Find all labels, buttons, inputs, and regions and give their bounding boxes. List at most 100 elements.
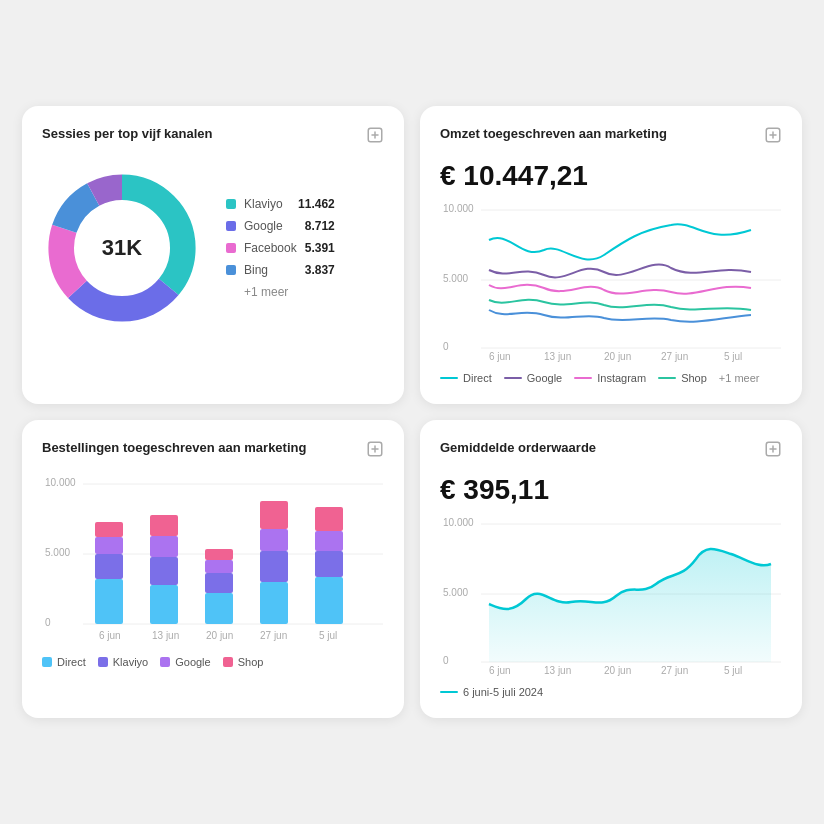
aov-y-10000: 10.000 (443, 517, 474, 528)
aov-svg: 10.000 5.000 0 6 jun 13 jun 20 jun 27 ju… (440, 514, 782, 674)
legend-dot-klaviyo (226, 199, 236, 209)
bar-6jun-google (95, 537, 123, 554)
legend-item-klaviyo: Klaviyo 11.462 (226, 197, 335, 211)
legend-value-google: 8.712 (305, 219, 335, 233)
aov-card: Gemiddelde orderwaarde € 395,11 10.000 5… (420, 420, 802, 718)
donut-chart: 31K (42, 168, 202, 328)
bar-27jun-direct (260, 582, 288, 624)
aov-legend: 6 juni-5 juli 2024 (440, 686, 782, 698)
bar-27jun-klaviyo (260, 551, 288, 582)
bar-x-5jul: 5 jul (319, 630, 337, 641)
donut-card: Sessies per top vijf kanalen (22, 106, 404, 404)
omzet-x-13jun: 13 jun (544, 351, 571, 362)
omzet-legend-label-direct: Direct (463, 372, 492, 384)
legend-label-klaviyo: Klaviyo (244, 197, 290, 211)
bestellingen-legend-label-klaviyo: Klaviyo (113, 656, 148, 668)
bar-y-5000: 5.000 (45, 547, 70, 558)
omzet-line-instagram (489, 285, 751, 294)
bestellingen-title: Bestellingen toegeschreven aan marketing (42, 440, 306, 455)
aov-legend-item: 6 juni-5 juli 2024 (440, 686, 543, 698)
bar-20jun-shop (205, 549, 233, 560)
aov-amount: € 395,11 (440, 474, 782, 506)
legend-label-bing: Bing (244, 263, 297, 277)
legend-value-facebook: 5.391 (305, 241, 335, 255)
bar-13jun-klaviyo (150, 557, 178, 585)
aov-x-20jun: 20 jun (604, 665, 631, 676)
bestellingen-svg: 10.000 5.000 0 (42, 474, 384, 644)
bestellingen-export-icon[interactable] (366, 440, 384, 462)
omzet-y-5000: 5.000 (443, 273, 468, 284)
legend-value-bing: 3.837 (305, 263, 335, 277)
omzet-legend-label-instagram: Instagram (597, 372, 646, 384)
omzet-line-direct2 (489, 310, 751, 322)
bestellingen-legend-shop: Shop (223, 656, 264, 668)
aov-legend-line (440, 691, 458, 693)
bar-5jul-klaviyo (315, 551, 343, 577)
donut-center-value: 31K (102, 235, 142, 261)
bestellingen-legend-label-direct: Direct (57, 656, 86, 668)
bestellingen-legend-google: Google (160, 656, 210, 668)
omzet-legend-line-google (504, 377, 522, 379)
omzet-x-5jul: 5 jul (724, 351, 742, 362)
omzet-card: Omzet toegeschreven aan marketing € 10.4… (420, 106, 802, 404)
omzet-x-6jun: 6 jun (489, 351, 511, 362)
aov-y-0: 0 (443, 655, 449, 666)
omzet-legend-google: Google (504, 372, 562, 384)
bestellingen-legend-direct: Direct (42, 656, 86, 668)
legend-dot-bing (226, 265, 236, 275)
omzet-line-shop (489, 300, 751, 310)
bestellingen-legend: Direct Klaviyo Google Shop (42, 656, 384, 668)
omzet-x-20jun: 20 jun (604, 351, 631, 362)
bestellingen-legend-klaviyo: Klaviyo (98, 656, 148, 668)
omzet-line-direct (489, 224, 751, 259)
aov-export-icon[interactable] (764, 440, 782, 462)
omzet-x-27jun: 27 jun (661, 351, 688, 362)
bar-x-6jun: 6 jun (99, 630, 121, 641)
aov-x-27jun: 27 jun (661, 665, 688, 676)
omzet-legend-line-shop (658, 377, 676, 379)
aov-area-fill (489, 549, 771, 662)
aov-legend-label: 6 juni-5 juli 2024 (463, 686, 543, 698)
bar-y-10000: 10.000 (45, 477, 76, 488)
donut-content: 31K Klaviyo 11.462 Google 8.712 Facebook… (42, 160, 384, 336)
legend-dot-facebook (226, 243, 236, 253)
bestellingen-chart-area: 10.000 5.000 0 (42, 474, 384, 648)
legend-item-google: Google 8.712 (226, 219, 335, 233)
bar-13jun-direct (150, 585, 178, 624)
bestellingen-legend-dot-direct (42, 657, 52, 667)
omzet-legend-more: +1 meer (719, 372, 760, 384)
omzet-legend-line-direct (440, 377, 458, 379)
legend-label-facebook: Facebook (244, 241, 297, 255)
omzet-legend-label-google: Google (527, 372, 562, 384)
donut-title: Sessies per top vijf kanalen (42, 126, 213, 141)
bar-6jun-klaviyo (95, 554, 123, 579)
aov-x-5jul: 5 jul (724, 665, 742, 676)
aov-title: Gemiddelde orderwaarde (440, 440, 596, 455)
bar-13jun-google (150, 536, 178, 557)
bar-27jun-shop (260, 501, 288, 529)
bar-x-13jun: 13 jun (152, 630, 179, 641)
omzet-legend-label-shop: Shop (681, 372, 707, 384)
aov-card-header: Gemiddelde orderwaarde (440, 440, 782, 462)
bar-5jul-shop (315, 507, 343, 531)
aov-x-6jun: 6 jun (489, 665, 511, 676)
legend-dot-google (226, 221, 236, 231)
omzet-legend-line-instagram (574, 377, 592, 379)
donut-export-icon[interactable] (366, 126, 384, 148)
omzet-chart-area: 10.000 5.000 0 6 jun 13 jun 20 jun 27 ju… (440, 200, 782, 364)
bestellingen-legend-dot-shop (223, 657, 233, 667)
donut-legend: Klaviyo 11.462 Google 8.712 Facebook 5.3… (226, 197, 335, 299)
omzet-export-icon[interactable] (764, 126, 782, 148)
bar-6jun-shop (95, 522, 123, 537)
aov-y-5000: 5.000 (443, 587, 468, 598)
omzet-svg: 10.000 5.000 0 6 jun 13 jun 20 jun 27 ju… (440, 200, 782, 360)
legend-more: +1 meer (226, 285, 335, 299)
aov-chart-area: 10.000 5.000 0 6 jun 13 jun 20 jun 27 ju… (440, 514, 782, 678)
bestellingen-card-header: Bestellingen toegeschreven aan marketing (42, 440, 384, 462)
omzet-legend-label-more: +1 meer (719, 372, 760, 384)
legend-item-bing: Bing 3.837 (226, 263, 335, 277)
bestellingen-legend-dot-klaviyo (98, 657, 108, 667)
omzet-y-0: 0 (443, 341, 449, 352)
bar-5jul-direct (315, 577, 343, 624)
omzet-line-google (489, 265, 751, 278)
